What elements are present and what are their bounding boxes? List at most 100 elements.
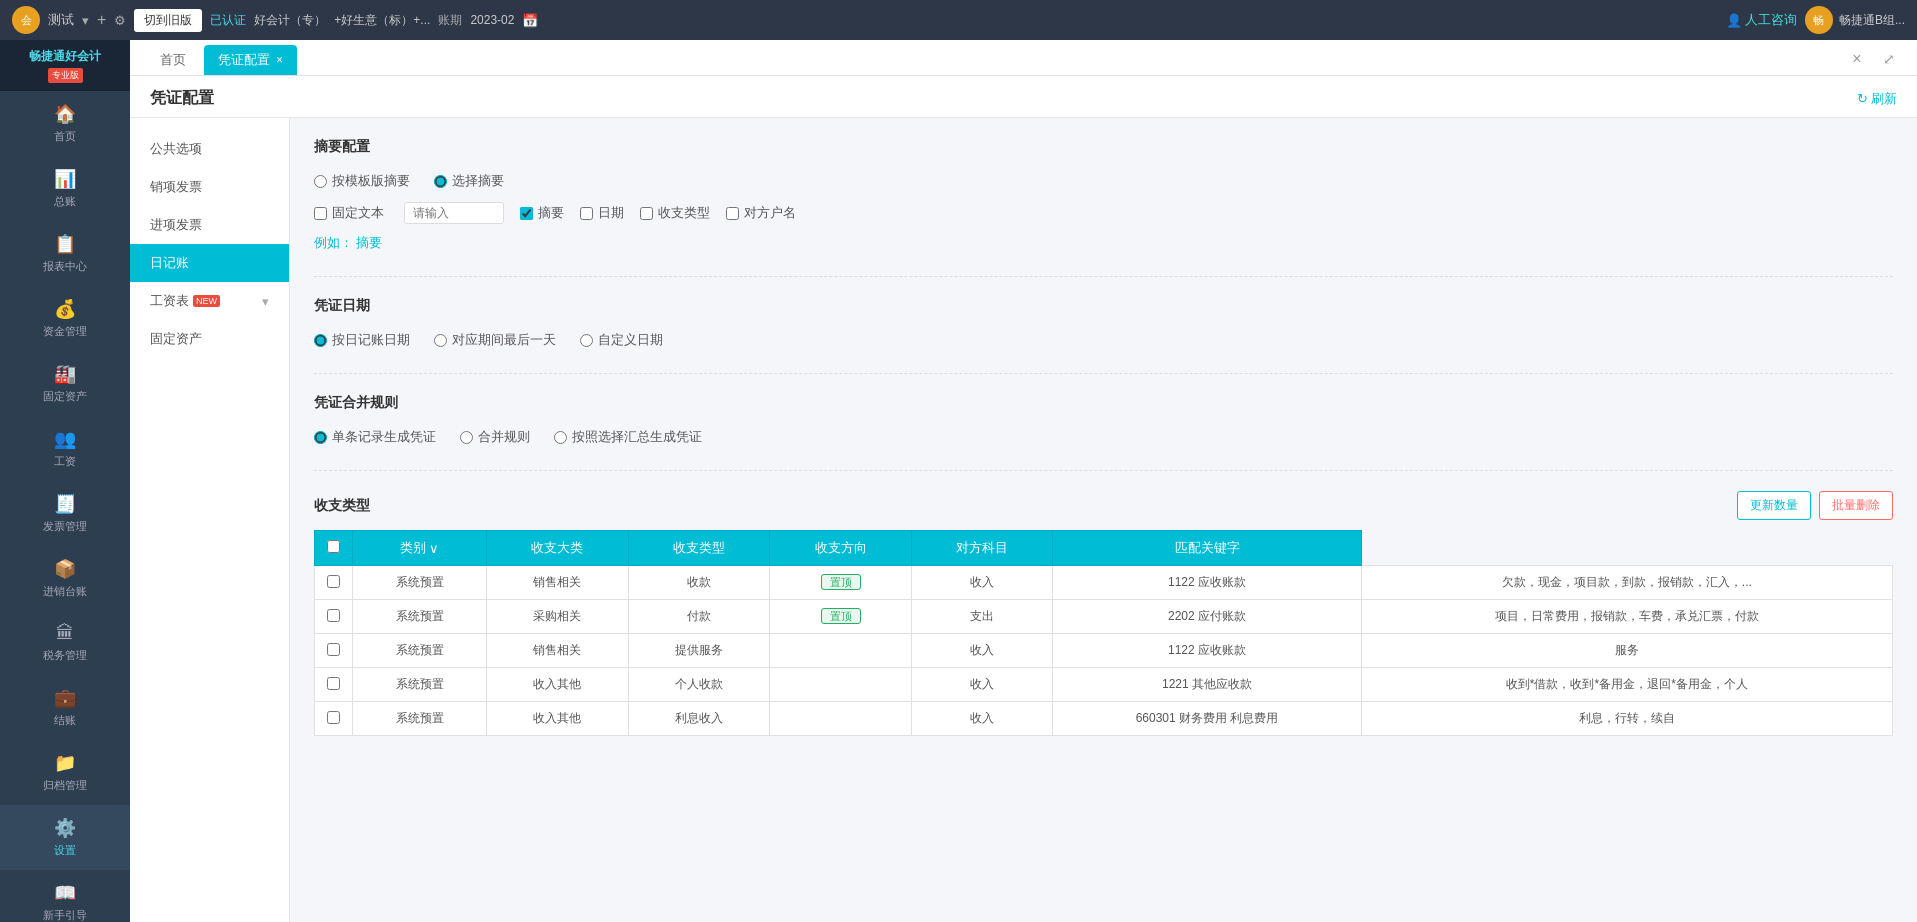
window-close-btn[interactable]: × (1845, 47, 1869, 71)
radio-template[interactable]: 按模板版摘要 (314, 172, 410, 190)
sidebar-item-reports[interactable]: 📋 报表中心 (0, 221, 130, 286)
radio-single-label: 单条记录生成凭证 (332, 428, 436, 446)
calendar-icon[interactable]: 📅 (522, 13, 538, 28)
sidebar-item-home[interactable]: 🏠 首页 (0, 91, 130, 156)
table-actions: 更新数量 批量删除 (1737, 491, 1893, 520)
radio-template-input[interactable] (314, 175, 327, 188)
radio-summary-gen-input[interactable] (554, 431, 567, 444)
checkbox-date-input[interactable] (580, 207, 593, 220)
row2-keywords: 项目，日常费用，报销款，车费，承兑汇票，付款 (1361, 600, 1892, 634)
row2-tag-btn[interactable]: 置顶 (821, 608, 861, 624)
row5-checkbox[interactable] (327, 711, 340, 724)
row2-direction: 支出 (911, 600, 1053, 634)
th-direction: 收支方向 (770, 531, 912, 566)
checkbox-counterparty-input[interactable] (726, 207, 739, 220)
checkbox-date-label: 日期 (598, 204, 624, 222)
delete-btn[interactable]: 批量删除 (1819, 491, 1893, 520)
checkbox-counterparty-label: 对方户名 (744, 204, 796, 222)
guide-icon: 📖 (54, 882, 76, 904)
radio-select[interactable]: 选择摘要 (434, 172, 504, 190)
row1-category: 系统预置 (353, 566, 487, 600)
voucher-date-section: 凭证日期 按日记账日期 对应期间最后一天 自定义日期 (314, 297, 1893, 349)
radio-period-last-input[interactable] (434, 334, 447, 347)
tab-voucher-config[interactable]: 凭证配置 × (204, 45, 297, 75)
leftnav-journal[interactable]: 日记账 (130, 244, 289, 282)
th-checkbox (315, 531, 353, 566)
radio-summary-gen[interactable]: 按照选择汇总生成凭证 (554, 428, 702, 446)
row1-direction: 收入 (911, 566, 1053, 600)
radio-period-last[interactable]: 对应期间最后一天 (434, 331, 556, 349)
update-btn[interactable]: 更新数量 (1737, 491, 1811, 520)
radio-journal-date-input[interactable] (314, 334, 327, 347)
topbar-gear-icon[interactable]: ⚙ (114, 13, 126, 28)
checkbox-fixed-text-input[interactable] (314, 207, 327, 220)
leftnav-public-label: 公共选项 (150, 140, 202, 158)
sidebar-item-guide[interactable]: 📖 新手引导 (0, 870, 130, 922)
help-btn[interactable]: 👤 人工咨询 (1726, 11, 1797, 29)
select-all-checkbox[interactable] (327, 540, 340, 553)
row3-sub-type: 提供服务 (628, 634, 770, 668)
window-expand-btn[interactable]: ⤢ (1877, 47, 1901, 71)
income-expense-section: 收支类型 更新数量 批量删除 类别∨ (314, 491, 1893, 736)
sidebar-label-invoice: 发票管理 (43, 519, 87, 534)
leftnav-journal-label: 日记账 (150, 254, 189, 272)
row2-checkbox[interactable] (327, 609, 340, 622)
leftnav-purchase-invoice[interactable]: 进项发票 (130, 206, 289, 244)
radio-custom-date-input[interactable] (580, 334, 593, 347)
checkbox-date[interactable]: 日期 (580, 204, 624, 222)
sidebar-item-assets[interactable]: 🏭 固定资产 (0, 351, 130, 416)
row3-keywords: 服务 (1361, 634, 1892, 668)
leftnav-public[interactable]: 公共选项 (130, 130, 289, 168)
checkbox-counterparty[interactable]: 对方户名 (726, 204, 796, 222)
sidebar-item-invoice[interactable]: 🧾 发票管理 (0, 481, 130, 546)
tab-close-icon[interactable]: × (276, 53, 283, 67)
leftnav-fixed-assets[interactable]: 固定资产 (130, 320, 289, 358)
summary-config-title: 摘要配置 (314, 138, 1893, 156)
table-header-row: 类别∨ 收支大类 收支类型 收支方向 对方科目 匹配关键字 (315, 531, 1893, 566)
user-menu[interactable]: 畅 畅捷通B组... (1805, 6, 1905, 34)
row1-keywords: 欠款，现金，项目款，到款，报销款，汇入，... (1361, 566, 1892, 600)
radio-merge[interactable]: 合并规则 (460, 428, 530, 446)
checkbox-summary-input[interactable] (520, 207, 533, 220)
radio-custom-date[interactable]: 自定义日期 (580, 331, 663, 349)
row4-checkbox[interactable] (327, 677, 340, 690)
checkbox-summary[interactable]: 摘要 (520, 204, 564, 222)
table-row: 系统预置 销售相关 收款 置顶 收入 1122 应收账款 欠款，现金，项目款，到… (315, 566, 1893, 600)
sidebar-item-purchases[interactable]: 📦 进销台账 (0, 546, 130, 611)
tab-home[interactable]: 首页 (146, 45, 200, 75)
sidebar-item-settings[interactable]: ⚙️ 设置 (0, 805, 130, 870)
logo-text: 畅捷通好会计 (29, 48, 101, 65)
row5-keywords: 利息，行转，续自 (1361, 702, 1892, 736)
switch-btn[interactable]: 切到旧版 (134, 9, 202, 32)
sidebar-item-ledger[interactable]: 📊 总账 (0, 156, 130, 221)
sidebar-item-salary[interactable]: 👥 工资 (0, 416, 130, 481)
home-icon: 🏠 (54, 103, 76, 125)
leftnav-sales-invoice[interactable]: 销项发票 (130, 168, 289, 206)
radio-single-input[interactable] (314, 431, 327, 444)
radio-journal-date[interactable]: 按日记账日期 (314, 331, 410, 349)
leftnav-payroll[interactable]: 工资表 NEW ▾ (130, 282, 289, 320)
refresh-label: 刷新 (1871, 90, 1897, 108)
sidebar-item-archive[interactable]: 📁 归档管理 (0, 740, 130, 805)
checkbox-type[interactable]: 收支类型 (640, 204, 710, 222)
row1-checkbox[interactable] (327, 575, 340, 588)
period-value: 2023-02 (470, 13, 514, 27)
checkbox-type-input[interactable] (640, 207, 653, 220)
sidebar-item-settle[interactable]: 💼 结账 (0, 675, 130, 740)
haoshengyi-badge: +好生意（标）+... (334, 12, 430, 29)
fixed-text-input[interactable] (404, 202, 504, 224)
radio-single[interactable]: 单条记录生成凭证 (314, 428, 436, 446)
row1-tag-btn[interactable]: 置顶 (821, 574, 861, 590)
sidebar-item-tax[interactable]: 🏛 税务管理 (0, 611, 130, 675)
leftnav-purchase-label: 进项发票 (150, 216, 202, 234)
topbar-dropdown-icon[interactable]: ▾ (82, 13, 89, 28)
topbar-plus-icon[interactable]: + (97, 11, 106, 29)
sidebar-item-funds[interactable]: 💰 资金管理 (0, 286, 130, 351)
row3-checkbox[interactable] (327, 643, 340, 656)
checkbox-fixed-text[interactable]: 固定文本 (314, 204, 384, 222)
th-main-type-label: 收支大类 (531, 540, 583, 555)
refresh-btn[interactable]: ↻ 刷新 (1857, 90, 1897, 108)
th-keywords-label: 匹配关键字 (1175, 540, 1240, 555)
radio-select-input[interactable] (434, 175, 447, 188)
radio-merge-input[interactable] (460, 431, 473, 444)
